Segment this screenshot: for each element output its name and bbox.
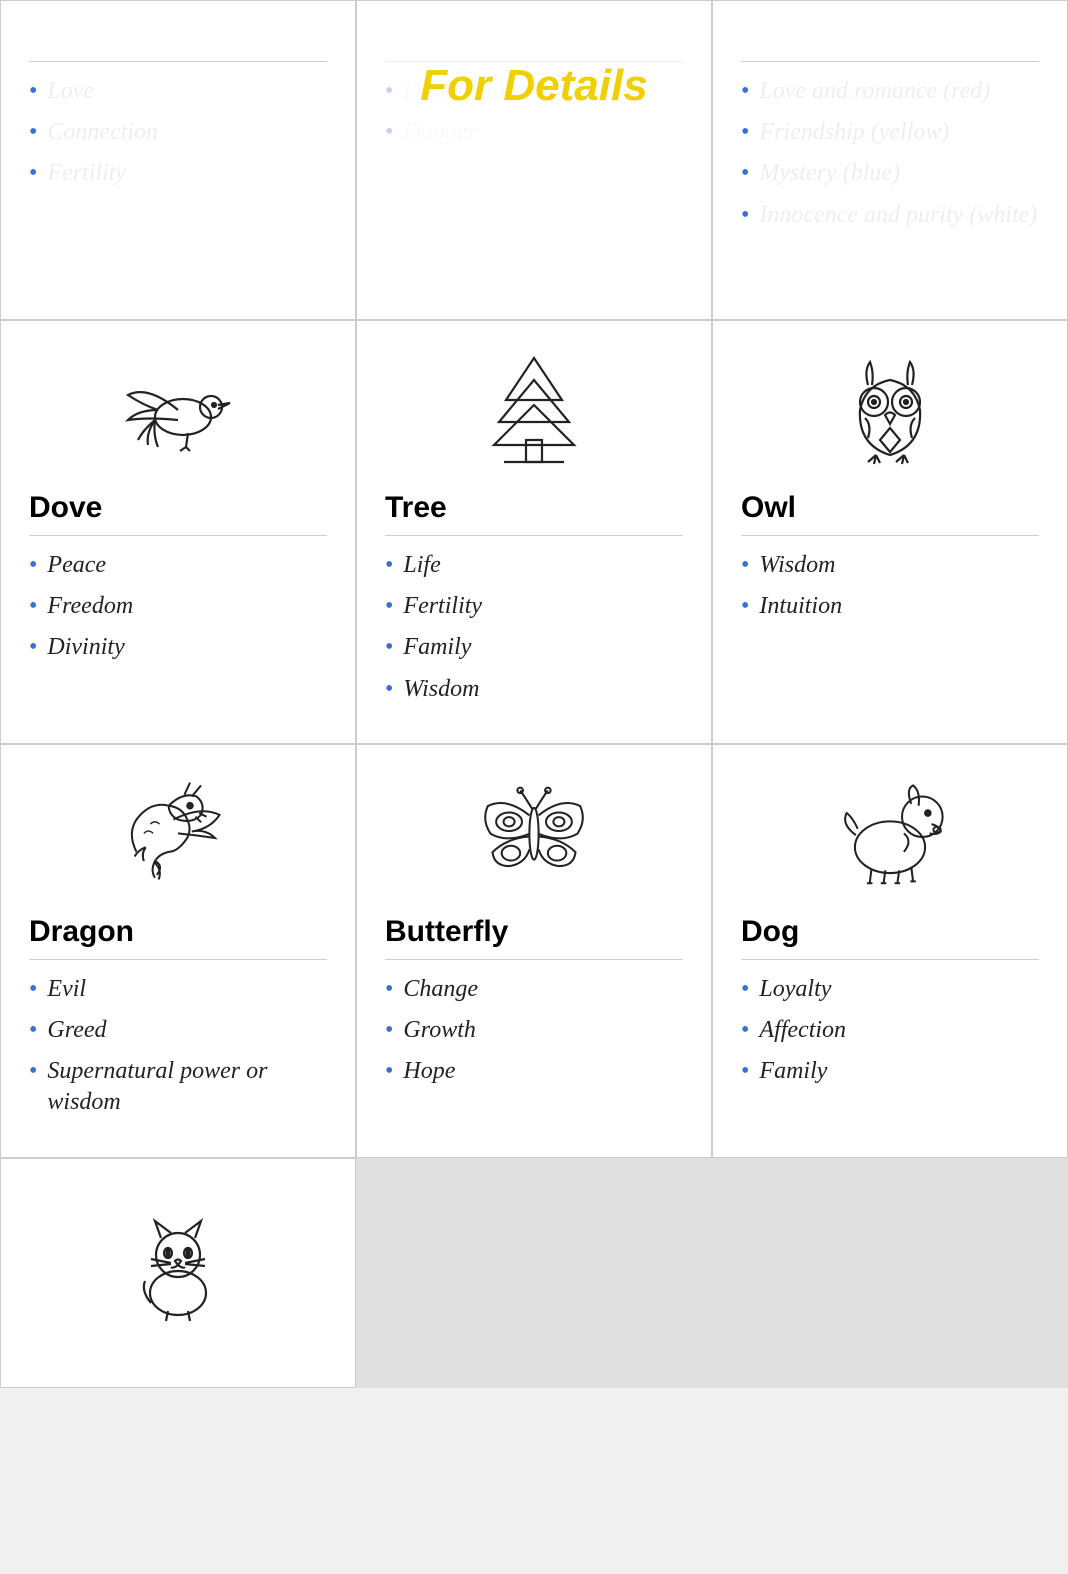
cell-raven-list: Destruction Danger: [385, 76, 683, 148]
cell-rose: Rose Love and romance (red) Friendship (…: [712, 0, 1068, 320]
cell-heart-list: Love Connection Fertility: [29, 76, 327, 190]
list-item: Family: [741, 1056, 1039, 1087]
tree-icon: [385, 345, 683, 475]
dog-icon: [741, 769, 1039, 899]
cell-raven-title: Raven: [385, 17, 683, 62]
list-item: Greed: [29, 1015, 327, 1046]
list-item: Affection: [741, 1015, 1039, 1046]
list-item: Fertility: [29, 158, 327, 189]
cell-heart: Heart Love Connection Fertility: [0, 0, 356, 320]
cell-butterfly: Butterfly Change Growth Hope: [356, 744, 712, 1158]
dove-icon: [29, 345, 327, 475]
list-item: Change: [385, 974, 683, 1005]
cell-tree-list: Life Fertility Family Wisdom: [385, 550, 683, 705]
cell-dragon-title: Dragon: [29, 915, 327, 960]
cell-dragon: Dragon Evil Greed Supernatural power or …: [0, 744, 356, 1158]
cell-dog-list: Loyalty Affection Family: [741, 974, 1039, 1088]
cell-owl-title: Owl: [741, 491, 1039, 536]
cell-butterfly-title: Butterfly: [385, 915, 683, 960]
list-item: Evil: [29, 974, 327, 1005]
main-grid: Heart Love Connection Fertility CLICK HE…: [0, 0, 1068, 1388]
list-item: Connection: [29, 117, 327, 148]
cell-owl: Owl Wisdom Intuition: [712, 320, 1068, 744]
list-item: Family: [385, 632, 683, 663]
cell-tree-title: Tree: [385, 491, 683, 536]
cell-tree: Tree Life Fertility Family Wisdom: [356, 320, 712, 744]
cell-owl-list: Wisdom Intuition: [741, 550, 1039, 622]
list-item: Supernatural power or wisdom: [29, 1056, 327, 1118]
cell-cat: [0, 1158, 356, 1388]
list-item: Intuition: [741, 591, 1039, 622]
cell-heart-title: Heart: [29, 17, 327, 62]
list-item: Divinity: [29, 632, 327, 663]
cat-icon: [29, 1183, 327, 1343]
cell-dove-list: Peace Freedom Divinity: [29, 550, 327, 664]
cell-dog-title: Dog: [741, 915, 1039, 960]
list-item: Friendship (yellow): [741, 117, 1039, 148]
list-item: Life: [385, 550, 683, 581]
list-item: Love: [29, 76, 327, 107]
cell-raven: CLICK HERE For Details Raven Destruction…: [356, 0, 712, 320]
cell-dog: Dog Loyalty Affection Family: [712, 744, 1068, 1158]
list-item: Freedom: [29, 591, 327, 622]
list-item: Fertility: [385, 591, 683, 622]
list-item: Loyalty: [741, 974, 1039, 1005]
list-item: Mystery (blue): [741, 158, 1039, 189]
list-item: Growth: [385, 1015, 683, 1046]
cell-rose-list: Love and romance (red) Friendship (yello…: [741, 76, 1039, 231]
list-item: Innocence and purity (white): [741, 200, 1039, 231]
cell-dragon-list: Evil Greed Supernatural power or wisdom: [29, 974, 327, 1119]
list-item: Love and romance (red): [741, 76, 1039, 107]
butterfly-icon: [385, 769, 683, 899]
cell-rose-title: Rose: [741, 17, 1039, 62]
list-item: Peace: [29, 550, 327, 581]
list-item: Wisdom: [741, 550, 1039, 581]
list-item: Destruction: [385, 76, 683, 107]
list-item: Hope: [385, 1056, 683, 1087]
cell-butterfly-list: Change Growth Hope: [385, 974, 683, 1088]
cell-dove-title: Dove: [29, 491, 327, 536]
list-item: Wisdom: [385, 674, 683, 705]
list-item: Danger: [385, 117, 683, 148]
owl-icon: [741, 345, 1039, 475]
dragon-icon: [29, 769, 327, 899]
cell-dove: Dove Peace Freedom Divinity: [0, 320, 356, 744]
